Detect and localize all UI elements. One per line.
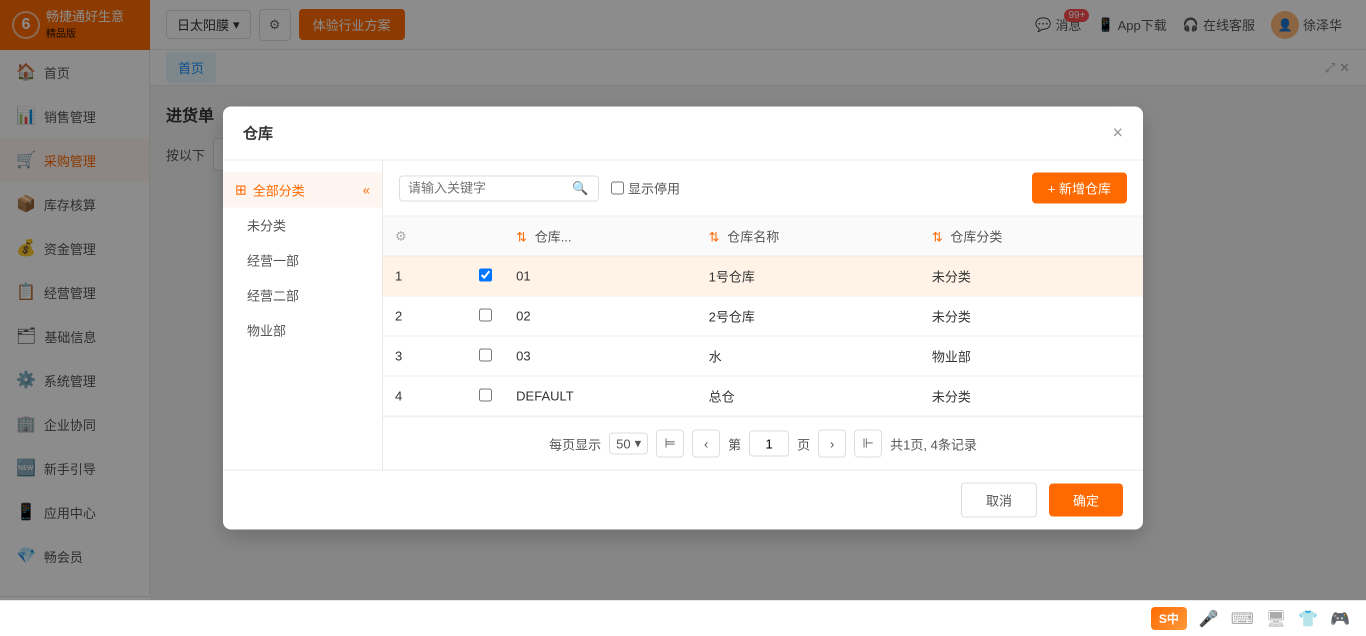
keyboard-icon[interactable]: ⌨ [1231, 609, 1254, 629]
th-category[interactable]: ⇅ 仓库分类 [920, 217, 1143, 257]
per-page-chevron-icon: ▾ [635, 436, 642, 452]
sort-icon: ⇅ [516, 230, 527, 245]
row-rownum: 2 [383, 296, 467, 336]
modal-body: ⊞ 全部分类 « 未分类 经营一部 经营二部 物业部 🔍 显示停用 + [223, 161, 1143, 470]
row-id: DEFAULT [504, 376, 697, 416]
row-rownum: 1 [383, 256, 467, 296]
modal-title: 仓库 [243, 123, 273, 144]
row-name: 总仓 [697, 376, 920, 416]
row-name: 2号仓库 [697, 296, 920, 336]
row-checkbox[interactable] [467, 376, 504, 416]
all-categories-label: 全部分类 [253, 181, 305, 200]
row-checkbox[interactable] [467, 336, 504, 376]
microphone-icon[interactable]: 🎤 [1199, 609, 1219, 629]
table-row[interactable]: 4 DEFAULT 总仓 未分类 [383, 376, 1143, 416]
row-category: 物业部 [920, 336, 1143, 376]
page-number-input[interactable] [749, 431, 789, 457]
table-wrap: ⚙ ⇅ 仓库... ⇅ 仓库名称 ⇅ [383, 217, 1143, 417]
modal-footer: 取消 确定 [223, 470, 1143, 530]
row-rownum: 4 [383, 376, 467, 416]
last-page-button[interactable]: ⊩ [854, 430, 882, 458]
monitor-icon[interactable]: 🖥 [1266, 609, 1286, 629]
confirm-button[interactable]: 确定 [1049, 484, 1123, 517]
row-id: 03 [504, 336, 697, 376]
search-input-wrap: 🔍 [399, 175, 599, 201]
collapse-left-icon[interactable]: « [363, 183, 370, 198]
row-name: 1号仓库 [697, 256, 920, 296]
first-page-button[interactable]: ⊨ [656, 430, 684, 458]
pagination: 每页显示 50 ▾ ⊨ ‹ 第 页 › ⊩ 共1页, 4条记录 [383, 417, 1143, 470]
table-header-row: ⚙ ⇅ 仓库... ⇅ 仓库名称 ⇅ [383, 217, 1143, 257]
all-categories-item[interactable]: ⊞ 全部分类 « [223, 173, 382, 208]
next-page-button[interactable]: › [818, 430, 846, 458]
add-warehouse-button[interactable]: + 新增仓库 [1032, 173, 1127, 204]
category-item-dept2[interactable]: 经营二部 [223, 278, 382, 313]
category-item-property[interactable]: 物业部 [223, 313, 382, 348]
table-body: 1 01 1号仓库 未分类 2 02 2号仓库 未分类 3 03 水 物业部 4 [383, 256, 1143, 416]
row-category: 未分类 [920, 376, 1143, 416]
row-category: 未分类 [920, 296, 1143, 336]
search-bar: 🔍 显示停用 + 新增仓库 [383, 161, 1143, 217]
grid-icon: ⊞ [235, 182, 247, 199]
status-bar: S中 🎤 ⌨ 🖥 👕 🎮 [0, 600, 1366, 636]
row-id: 02 [504, 296, 697, 336]
status-logo: S中 [1151, 607, 1187, 630]
show-disabled-checkbox[interactable] [611, 182, 624, 195]
shirt-icon[interactable]: 👕 [1298, 609, 1318, 629]
th-id[interactable]: ⇅ 仓库... [504, 217, 697, 257]
search-input[interactable] [408, 181, 568, 196]
category-item-uncategorized[interactable]: 未分类 [223, 208, 382, 243]
right-panel: 🔍 显示停用 + 新增仓库 ⚙ ⇅ [383, 161, 1143, 470]
row-name: 水 [697, 336, 920, 376]
category-item-dept1[interactable]: 经营一部 [223, 243, 382, 278]
row-id: 01 [504, 256, 697, 296]
row-checkbox[interactable] [467, 296, 504, 336]
row-rownum: 3 [383, 336, 467, 376]
total-info: 共1页, 4条记录 [890, 434, 977, 453]
table-row[interactable]: 3 03 水 物业部 [383, 336, 1143, 376]
cancel-button[interactable]: 取消 [961, 483, 1037, 518]
th-checkbox [467, 217, 504, 257]
left-panel: ⊞ 全部分类 « 未分类 经营一部 经营二部 物业部 [223, 161, 383, 470]
search-icon[interactable]: 🔍 [572, 180, 588, 196]
show-disabled-toggle[interactable]: 显示停用 [611, 179, 680, 198]
modal-close-button[interactable]: × [1112, 123, 1123, 144]
warehouse-modal: 仓库 × ⊞ 全部分类 « 未分类 经营一部 经营二部 物业部 🔍 [223, 107, 1143, 530]
row-category: 未分类 [920, 256, 1143, 296]
sort-name-icon: ⇅ [709, 230, 720, 245]
warehouse-table: ⚙ ⇅ 仓库... ⇅ 仓库名称 ⇅ [383, 217, 1143, 417]
th-name[interactable]: ⇅ 仓库名称 [697, 217, 920, 257]
gamepad-icon[interactable]: 🎮 [1330, 609, 1350, 629]
th-settings[interactable]: ⚙ [383, 217, 467, 257]
per-page-select[interactable]: 50 ▾ [609, 433, 648, 455]
sort-category-icon: ⇅ [932, 230, 943, 245]
modal-header: 仓库 × [223, 107, 1143, 161]
prev-page-button[interactable]: ‹ [692, 430, 720, 458]
table-row[interactable]: 1 01 1号仓库 未分类 [383, 256, 1143, 296]
table-row[interactable]: 2 02 2号仓库 未分类 [383, 296, 1143, 336]
row-checkbox[interactable] [467, 256, 504, 296]
